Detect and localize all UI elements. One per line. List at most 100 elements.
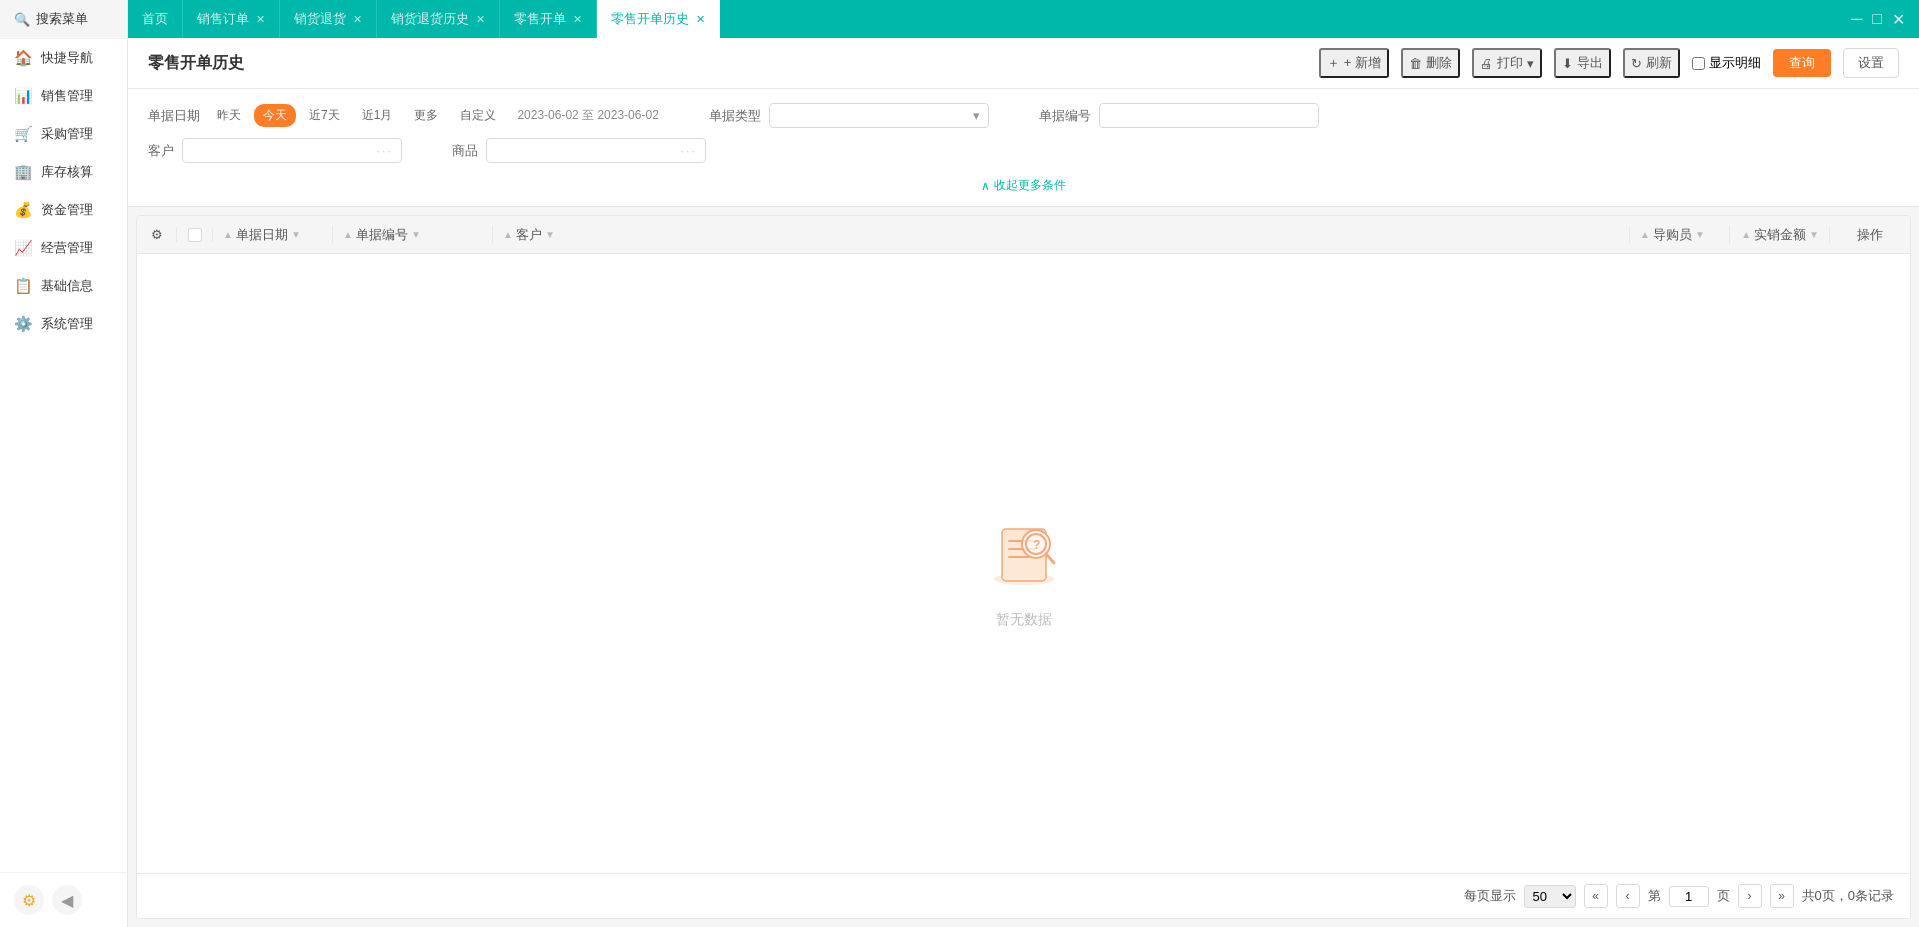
last-page-button[interactable]: » — [1770, 884, 1794, 908]
date-buttons: 昨天今天近7天近1月更多自定义 — [208, 104, 505, 127]
svg-text:?: ? — [1033, 538, 1040, 552]
number-filter: 单据编号 — [1039, 103, 1319, 128]
print-dropdown-icon: ▾ — [1527, 56, 1534, 71]
sidebar-label-operation-mgmt: 经营管理 — [41, 239, 93, 257]
sidebar-item-purchase-mgmt[interactable]: 🛒 采购管理 — [0, 115, 127, 153]
column-guide: ▲ 导购员 ▼ — [1630, 226, 1730, 244]
select-all-checkbox-header[interactable] — [177, 228, 213, 242]
delete-icon: 🗑 — [1409, 56, 1422, 71]
display-detail-toggle[interactable]: 显示明细 — [1692, 54, 1761, 72]
column-guide-label: 导购员 — [1653, 226, 1692, 244]
column-amount-label: 实销金额 — [1754, 226, 1806, 244]
type-dropdown-icon: ▾ — [973, 108, 980, 123]
prev-page-button[interactable]: ‹ — [1616, 884, 1640, 908]
minimize-button[interactable]: ─ — [1851, 10, 1862, 28]
goods-filter-label: 商品 — [452, 142, 478, 160]
sidebar-item-quick-nav[interactable]: 🏠 快捷导航 — [0, 39, 127, 77]
page-input[interactable] — [1669, 886, 1709, 907]
tab-sales-return[interactable]: 销货退货✕ — [280, 0, 377, 38]
sidebar-item-sales-mgmt[interactable]: 📊 销售管理 — [0, 77, 127, 115]
date-btn-自定义[interactable]: 自定义 — [451, 104, 505, 127]
sidebar-item-operation-mgmt[interactable]: 📈 经营管理 — [0, 229, 127, 267]
sort-asc-icon: ▲ — [503, 229, 513, 240]
print-icon: 🖨 — [1480, 56, 1493, 71]
sidebar-icon-quick-nav: 🏠 — [14, 49, 33, 67]
empty-text: 暂无数据 — [996, 611, 1052, 629]
first-page-button[interactable]: « — [1584, 884, 1608, 908]
column-amount: ▲ 实销金额 ▼ — [1730, 226, 1830, 244]
sidebar-collapse-button[interactable]: ◀ — [52, 885, 82, 915]
type-select[interactable]: ▾ — [769, 103, 989, 128]
tab-close-sales-return[interactable]: ✕ — [353, 13, 362, 26]
page-suffix: 页 — [1717, 887, 1730, 905]
tab-label-retail-history: 零售开单历史 — [611, 10, 689, 28]
tab-retail-open[interactable]: 零售开单✕ — [500, 0, 597, 38]
sidebar-settings-button[interactable]: ⚙ — [14, 885, 44, 915]
goods-select[interactable]: ··· — [486, 138, 706, 163]
refresh-button[interactable]: ↻ 刷新 — [1623, 48, 1680, 78]
sidebar-icon-operation-mgmt: 📈 — [14, 239, 33, 257]
number-input[interactable] — [1099, 103, 1319, 128]
tab-label-sales-return-history: 销货退货历史 — [391, 10, 469, 28]
sidebar-item-basic-info[interactable]: 📋 基础信息 — [0, 267, 127, 305]
export-button[interactable]: ⬇ 导出 — [1554, 48, 1611, 78]
page-title: 零售开单历史 — [148, 53, 244, 74]
date-btn-近1月[interactable]: 近1月 — [353, 104, 402, 127]
tab-close-sales-return-history[interactable]: ✕ — [476, 13, 485, 26]
sidebar-label-quick-nav: 快捷导航 — [41, 49, 93, 67]
main-area: 首页销售订单✕销货退货✕销货退货历史✕零售开单✕零售开单历史✕ ─ □ ✕ 零售… — [128, 0, 1919, 927]
date-range: 2023-06-02 至 2023-06-02 — [517, 107, 658, 124]
tab-home[interactable]: 首页 — [128, 0, 183, 38]
print-button[interactable]: 🖨 打印 ▾ — [1472, 48, 1542, 78]
maximize-button[interactable]: □ — [1872, 10, 1882, 28]
date-btn-更多[interactable]: 更多 — [405, 104, 447, 127]
column-customer-label: 客户 — [516, 226, 542, 244]
add-button[interactable]: ＋ + 新增 — [1319, 48, 1389, 78]
page-header: 零售开单历史 ＋ + 新增 🗑 删除 🖨 打印 ▾ ⬇ 导出 — [128, 38, 1919, 89]
sort-desc-icon: ▼ — [1809, 229, 1819, 240]
delete-button[interactable]: 🗑 删除 — [1401, 48, 1460, 78]
date-btn-昨天[interactable]: 昨天 — [208, 104, 250, 127]
next-page-button[interactable]: › — [1738, 884, 1762, 908]
sidebar-search[interactable]: 🔍 搜索菜单 — [0, 0, 127, 39]
customer-dots: ··· — [376, 143, 393, 158]
sidebar-item-stock-calc[interactable]: 🏢 库存核算 — [0, 153, 127, 191]
tab-sales-order[interactable]: 销售订单✕ — [183, 0, 280, 38]
tab-close-retail-open[interactable]: ✕ — [573, 13, 582, 26]
collapse-bar[interactable]: ∧ 收起更多条件 — [148, 173, 1899, 198]
customer-select[interactable]: ··· — [182, 138, 402, 163]
column-setting[interactable]: ⚙ — [137, 227, 177, 242]
goods-filter: 商品 ··· — [452, 138, 706, 163]
sidebar-item-system-mgmt[interactable]: ⚙️ 系统管理 — [0, 305, 127, 343]
display-detail-checkbox[interactable] — [1692, 57, 1705, 70]
customer-filter: 客户 ··· — [148, 138, 402, 163]
per-page-select[interactable]: 50 10 20 100 — [1524, 885, 1576, 908]
sidebar-item-finance-mgmt[interactable]: 💰 资金管理 — [0, 191, 127, 229]
column-date-label: 单据日期 — [236, 226, 288, 244]
tab-label-home: 首页 — [142, 10, 168, 28]
date-btn-近7天[interactable]: 近7天 — [300, 104, 349, 127]
tab-retail-history[interactable]: 零售开单历史 ✕ — [597, 0, 720, 38]
page-actions: ＋ + 新增 🗑 删除 🖨 打印 ▾ ⬇ 导出 ↻ — [1319, 48, 1899, 78]
query-button[interactable]: 查询 — [1773, 49, 1831, 77]
column-customer: ▲ 客户 ▼ — [493, 226, 1630, 244]
tab-close-retail-history[interactable]: ✕ — [696, 13, 705, 26]
number-filter-label: 单据编号 — [1039, 107, 1091, 125]
tab-sales-return-history[interactable]: 销货退货历史 ✕ — [377, 0, 500, 38]
column-action-label: 操作 — [1857, 226, 1883, 244]
close-button[interactable]: ✕ — [1892, 10, 1905, 29]
sort-asc-icon: ▲ — [343, 229, 353, 240]
table-container: ⚙ ▲ 单据日期 ▼ ▲ 单据编号 ▼ ▲ 客户 ▼ — [136, 215, 1911, 919]
goods-dots: ··· — [680, 143, 697, 158]
window-controls: ─ □ ✕ — [1851, 10, 1919, 29]
date-btn-今天[interactable]: 今天 — [254, 104, 296, 127]
sidebar-footer: ⚙ ◀ — [0, 872, 127, 927]
table-header: ⚙ ▲ 单据日期 ▼ ▲ 单据编号 ▼ ▲ 客户 ▼ — [137, 216, 1910, 254]
sort-asc-icon: ▲ — [223, 229, 233, 240]
header-checkbox[interactable] — [188, 228, 202, 242]
svg-line-8 — [1046, 554, 1054, 563]
sidebar-label-system-mgmt: 系统管理 — [41, 315, 93, 333]
settings-button[interactable]: 设置 — [1843, 48, 1899, 78]
page-summary: 共0页，0条记录 — [1802, 887, 1894, 905]
tab-close-sales-order[interactable]: ✕ — [256, 13, 265, 26]
